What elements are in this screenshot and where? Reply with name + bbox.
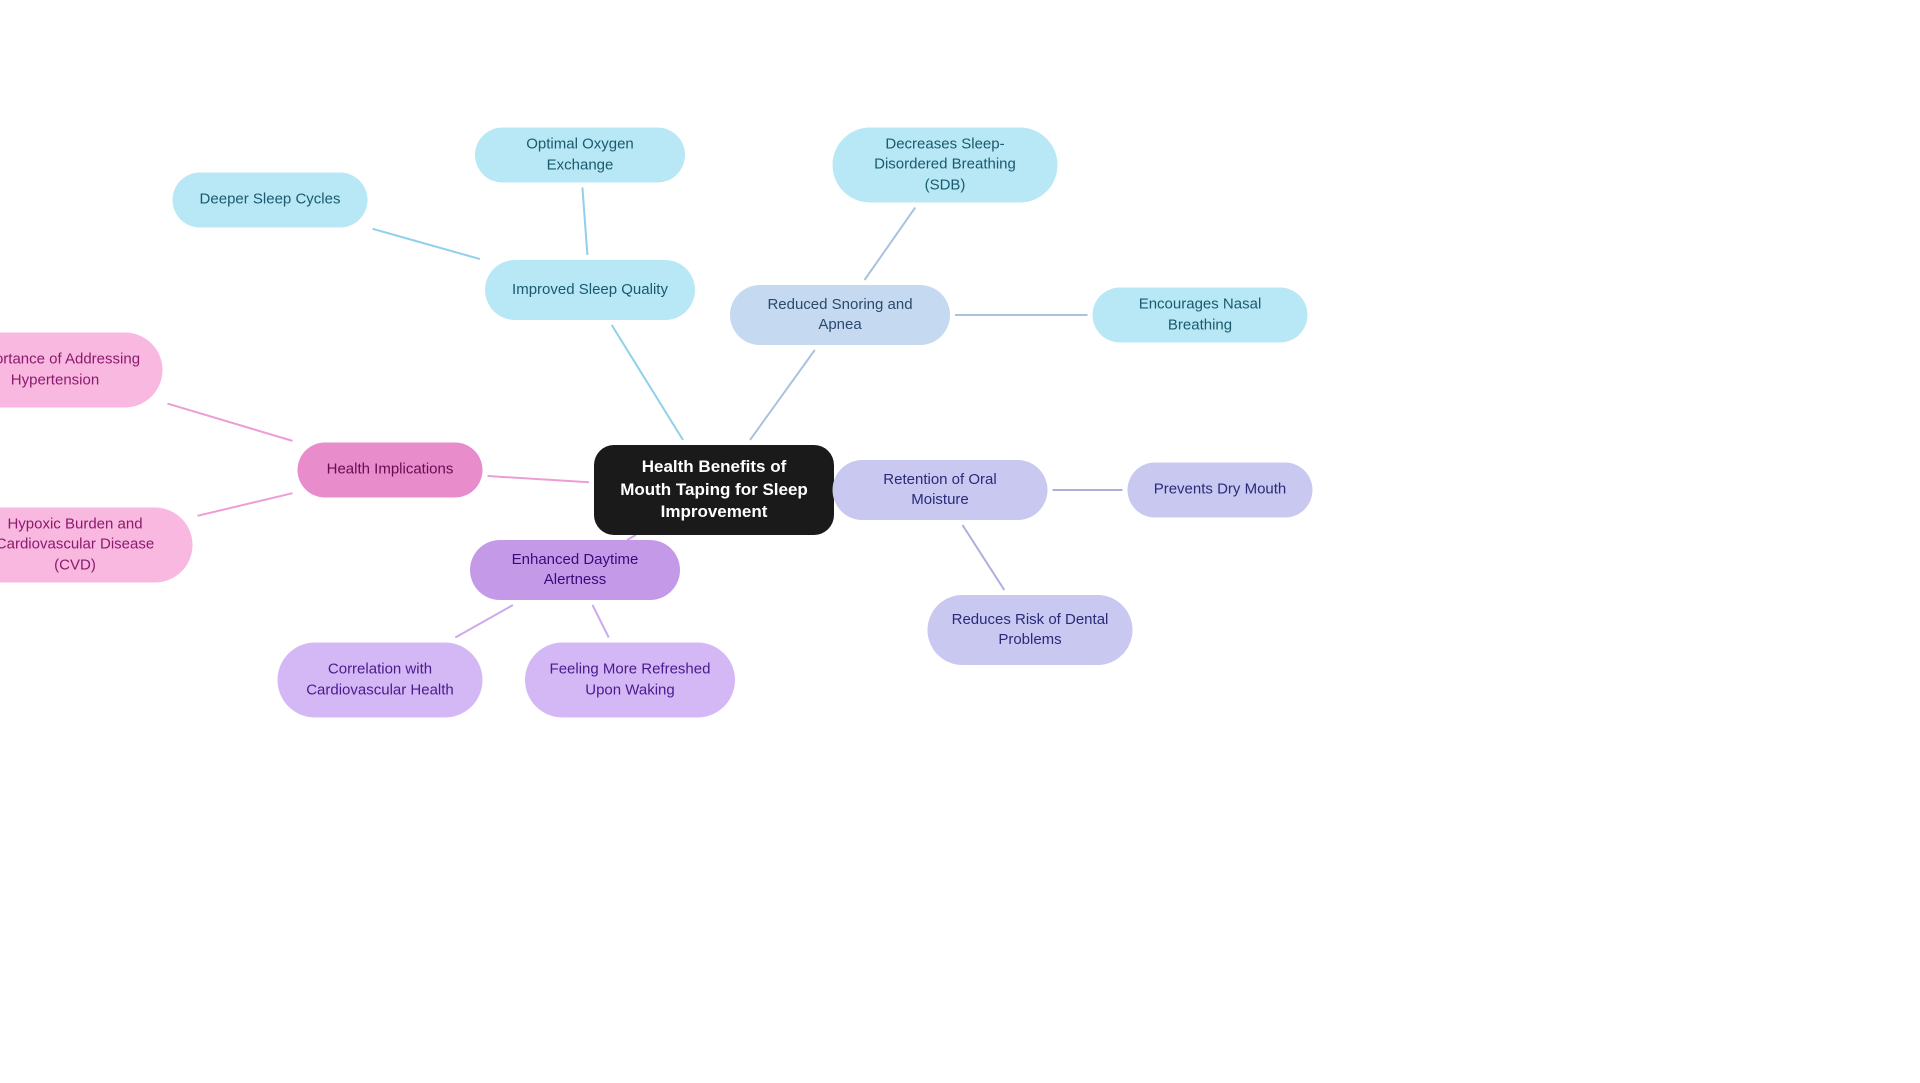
- node-label-enhanced-daytime: Enhanced Daytime Alertness: [492, 550, 658, 591]
- node-deeper-sleep: Deeper Sleep Cycles: [173, 173, 368, 228]
- node-label-hypoxic-burden: Hypoxic Burden and Cardiovascular Diseas…: [0, 515, 171, 576]
- node-label-retention-oral: Retention of Oral Moisture: [855, 470, 1026, 511]
- node-optimal-oxygen: Optimal Oxygen Exchange: [475, 128, 685, 183]
- node-importance-hypertension: Importance of Addressing Hypertension: [0, 333, 163, 408]
- mindmap-container: Health Benefits of Mouth Taping for Slee…: [0, 0, 1920, 1083]
- node-hypoxic-burden: Hypoxic Burden and Cardiovascular Diseas…: [0, 508, 193, 583]
- node-label-encourages-nasal: Encourages Nasal Breathing: [1115, 295, 1286, 336]
- node-label-reduced-snoring: Reduced Snoring and Apnea: [752, 295, 928, 336]
- node-enhanced-daytime: Enhanced Daytime Alertness: [470, 540, 680, 600]
- node-label-optimal-oxygen: Optimal Oxygen Exchange: [497, 135, 663, 176]
- node-reduces-dental: Reduces Risk of Dental Problems: [928, 595, 1133, 665]
- node-feeling-refreshed: Feeling More Refreshed Upon Waking: [525, 643, 735, 718]
- node-retention-oral: Retention of Oral Moisture: [833, 460, 1048, 520]
- node-label-improved-sleep: Improved Sleep Quality: [512, 280, 668, 300]
- node-reduced-snoring: Reduced Snoring and Apnea: [730, 285, 950, 345]
- node-decreases-sdb: Decreases Sleep-Disordered Breathing (SD…: [833, 128, 1058, 203]
- node-label-deeper-sleep: Deeper Sleep Cycles: [200, 190, 341, 210]
- node-correlation-cardio: Correlation with Cardiovascular Health: [278, 643, 483, 718]
- node-label-health-implications: Health Implications: [327, 460, 454, 480]
- node-label-prevents-dry: Prevents Dry Mouth: [1154, 480, 1287, 500]
- node-label-reduces-dental: Reduces Risk of Dental Problems: [950, 610, 1111, 651]
- node-improved-sleep: Improved Sleep Quality: [485, 260, 695, 320]
- node-health-implications: Health Implications: [298, 443, 483, 498]
- center-label: Health Benefits of Mouth Taping for Slee…: [616, 456, 812, 525]
- node-label-decreases-sdb: Decreases Sleep-Disordered Breathing (SD…: [855, 135, 1036, 196]
- node-label-correlation-cardio: Correlation with Cardiovascular Health: [300, 660, 461, 701]
- node-label-feeling-refreshed: Feeling More Refreshed Upon Waking: [547, 660, 713, 701]
- center-node: Health Benefits of Mouth Taping for Slee…: [594, 445, 834, 535]
- node-prevents-dry: Prevents Dry Mouth: [1128, 463, 1313, 518]
- node-label-importance-hypertension: Importance of Addressing Hypertension: [0, 350, 141, 391]
- node-encourages-nasal: Encourages Nasal Breathing: [1093, 288, 1308, 343]
